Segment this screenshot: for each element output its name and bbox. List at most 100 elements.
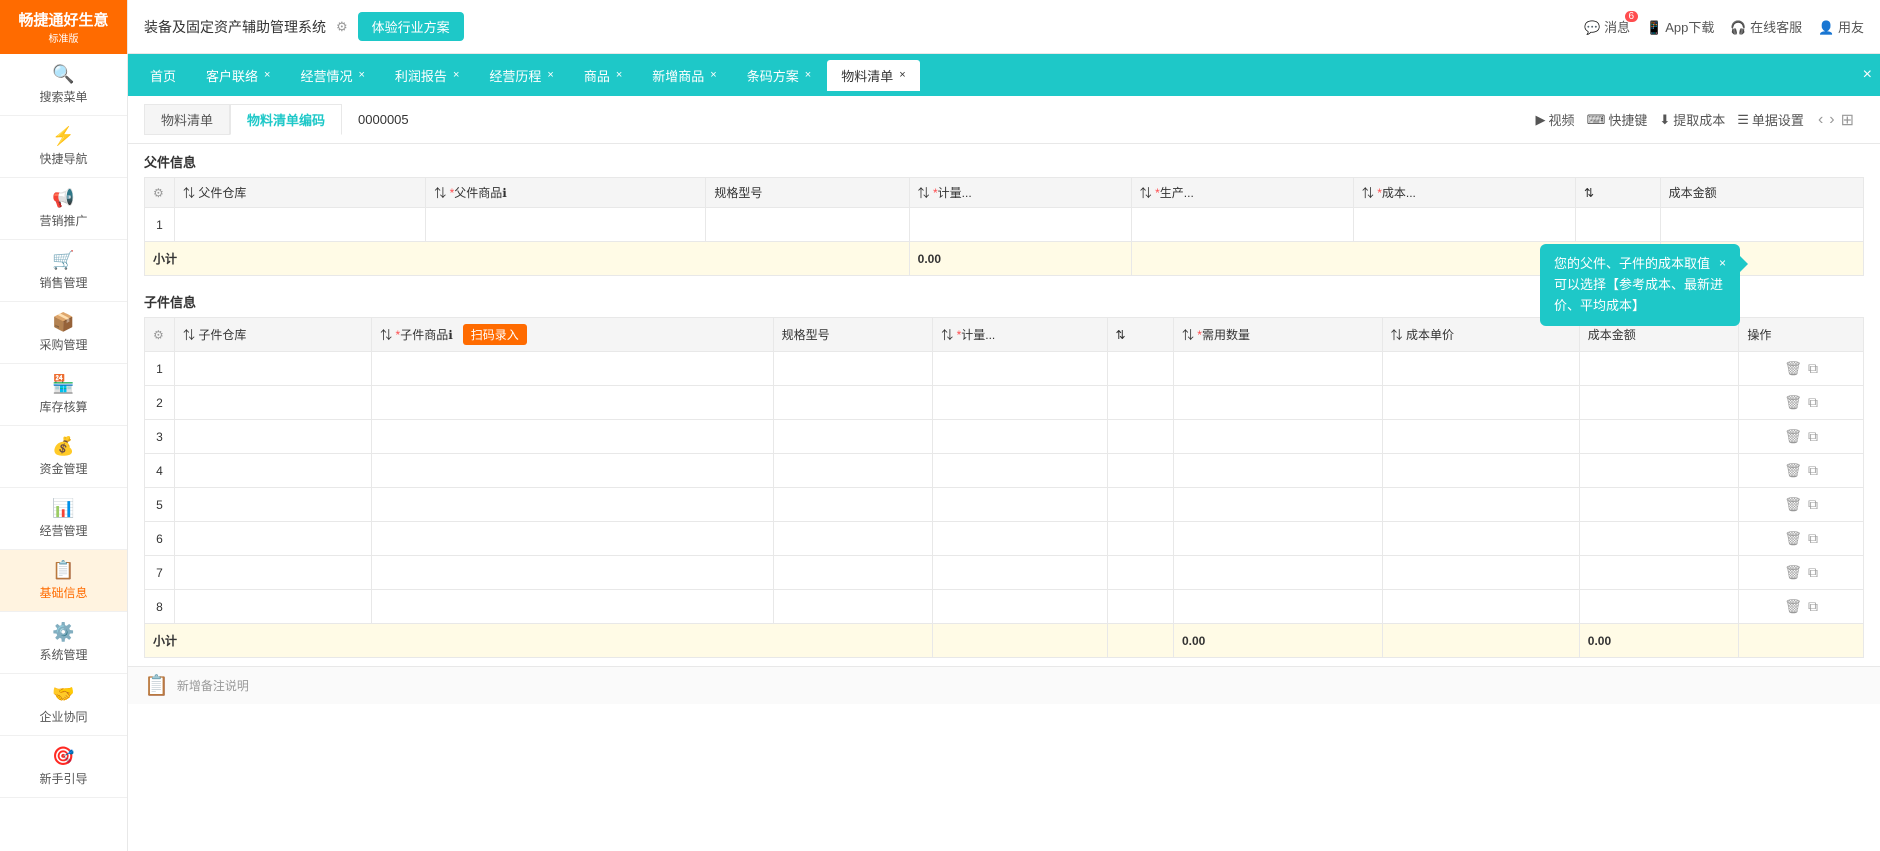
child-warehouse-cell-3[interactable] [175,420,372,454]
child-goods-cell-6[interactable] [372,522,774,556]
sub-tab-bom-code[interactable]: 物料清单编码 [230,104,342,135]
parent-unit-cell[interactable] [909,208,1131,242]
child-warehouse-cell-6[interactable] [175,522,372,556]
parent-spec-cell[interactable] [706,208,909,242]
child-goods-cell-3[interactable] [372,420,774,454]
sidebar-item-purchase[interactable]: 📦采购管理 [0,302,127,364]
child-warehouse-cell-7[interactable] [175,556,372,590]
child-warehouse-cell-1[interactable] [175,352,372,386]
child-qty-cell-5[interactable] [1173,488,1382,522]
child-qty-cell-7[interactable] [1173,556,1382,590]
child-goods-cell-5[interactable] [372,488,774,522]
copy-icon-1[interactable]: ⧉ [1808,360,1818,377]
sidebar-item-sales[interactable]: 🛒销售管理 [0,240,127,302]
tab-history[interactable]: 经营历程× [475,60,567,91]
child-qty-cell-4[interactable] [1173,454,1382,488]
child-unit-price-cell-7[interactable] [1382,556,1579,590]
child-spec-cell-8[interactable] [773,590,933,624]
settings-icon[interactable]: ⚙ [336,19,348,35]
parent-goods-cell[interactable] [426,208,706,242]
next-page-btn[interactable]: › [1827,111,1836,129]
child-unit-cell-6[interactable] [933,522,1107,556]
child-unit-price-cell-1[interactable] [1382,352,1579,386]
prev-page-btn[interactable]: ‹ [1816,111,1825,129]
child-gear-icon[interactable]: ⚙ [153,328,164,342]
delete-icon-8[interactable]: 🗑 [1784,598,1802,615]
extract-cost-btn[interactable]: ⬇ 提取成本 [1659,110,1725,129]
child-goods-cell-8[interactable] [372,590,774,624]
message-btn[interactable]: 💬 消息 6 [1584,17,1630,36]
child-warehouse-cell-5[interactable] [175,488,372,522]
shortcut-btn[interactable]: ⌨ 快捷键 [1587,110,1648,129]
child-warehouse-cell-8[interactable] [175,590,372,624]
user-avatar[interactable]: 👤 用友 [1818,17,1864,36]
child-goods-cell-1[interactable] [372,352,774,386]
tab-customer[interactable]: 客户联络× [192,60,284,91]
child-goods-cell-7[interactable] [372,556,774,590]
delete-icon-4[interactable]: 🗑 [1784,462,1802,479]
child-unit-cell-1[interactable] [933,352,1107,386]
copy-icon-5[interactable]: ⧉ [1808,496,1818,513]
tab-goods[interactable]: 商品× [570,60,636,91]
child-spec-cell-6[interactable] [773,522,933,556]
child-goods-cell-2[interactable] [372,386,774,420]
child-qty-cell-2[interactable] [1173,386,1382,420]
child-spec-cell-2[interactable] [773,386,933,420]
parent-cost-cell[interactable] [1353,208,1575,242]
delete-icon-1[interactable]: 🗑 [1784,360,1802,377]
child-unit-cell-7[interactable] [933,556,1107,590]
sub-tab-bom-list[interactable]: 物料清单 [144,104,230,135]
child-qty-cell-8[interactable] [1173,590,1382,624]
trial-btn[interactable]: 体验行业方案 [358,12,464,41]
tab-operations[interactable]: 经营情况× [286,60,378,91]
tab-barcode[interactable]: 条码方案× [733,60,825,91]
child-unit-price-cell-8[interactable] [1382,590,1579,624]
sidebar-item-system[interactable]: ⚙️系统管理 [0,612,127,674]
child-spec-cell-3[interactable] [773,420,933,454]
copy-icon-6[interactable]: ⧉ [1808,530,1818,547]
child-unit-cell-3[interactable] [933,420,1107,454]
sidebar-item-marketing[interactable]: 📢营销推广 [0,178,127,240]
tab-bom[interactable]: 物料清单× [827,60,919,91]
sidebar-item-quick-nav[interactable]: ⚡快捷导航 [0,116,127,178]
child-unit-cell-5[interactable] [933,488,1107,522]
online-service-btn[interactable]: 🎧 在线客服 [1730,17,1802,36]
sidebar-item-inventory[interactable]: 🏪库存核算 [0,364,127,426]
gear-icon[interactable]: ⚙ [153,186,164,200]
delete-icon-5[interactable]: 🗑 [1784,496,1802,513]
sidebar-item-collab[interactable]: 🤝企业协同 [0,674,127,736]
tooltip-close-btn[interactable]: × [1719,254,1726,273]
child-qty-cell-3[interactable] [1173,420,1382,454]
child-spec-cell-4[interactable] [773,454,933,488]
child-unit-price-cell-3[interactable] [1382,420,1579,454]
delete-icon-7[interactable]: 🗑 [1784,564,1802,581]
child-unit-cell-4[interactable] [933,454,1107,488]
delete-icon-3[interactable]: 🗑 [1784,428,1802,445]
delete-icon-6[interactable]: 🗑 [1784,530,1802,547]
sidebar-item-base-info[interactable]: 📋基础信息 [0,550,127,612]
child-spec-cell-1[interactable] [773,352,933,386]
child-qty-cell-1[interactable] [1173,352,1382,386]
parent-warehouse-cell[interactable] [175,208,426,242]
parent-produce-cell[interactable] [1131,208,1353,242]
child-unit-price-cell-6[interactable] [1382,522,1579,556]
child-unit-cell-2[interactable] [933,386,1107,420]
child-unit-price-cell-5[interactable] [1382,488,1579,522]
sidebar-item-search[interactable]: 🔍搜索菜单 [0,54,127,116]
delete-icon-2[interactable]: 🗑 [1784,394,1802,411]
copy-icon-2[interactable]: ⧉ [1808,394,1818,411]
single-settings-btn[interactable]: ☰ 单据设置 [1737,110,1804,129]
scan-btn[interactable]: 扫码录入 [463,324,527,345]
copy-icon-8[interactable]: ⧉ [1808,598,1818,615]
child-spec-cell-5[interactable] [773,488,933,522]
child-unit-cell-8[interactable] [933,590,1107,624]
add-note-icon[interactable]: 📋 [144,673,169,698]
sidebar-item-finance[interactable]: 💰资金管理 [0,426,127,488]
tab-profit[interactable]: 利润报告× [381,60,473,91]
view-btn[interactable]: ▶ 视频 [1536,110,1575,129]
sidebar-item-guide[interactable]: 🎯新手引导 [0,736,127,798]
child-goods-cell-4[interactable] [372,454,774,488]
child-warehouse-cell-4[interactable] [175,454,372,488]
child-unit-price-cell-4[interactable] [1382,454,1579,488]
expand-btn[interactable]: ⊞ [1839,110,1856,130]
